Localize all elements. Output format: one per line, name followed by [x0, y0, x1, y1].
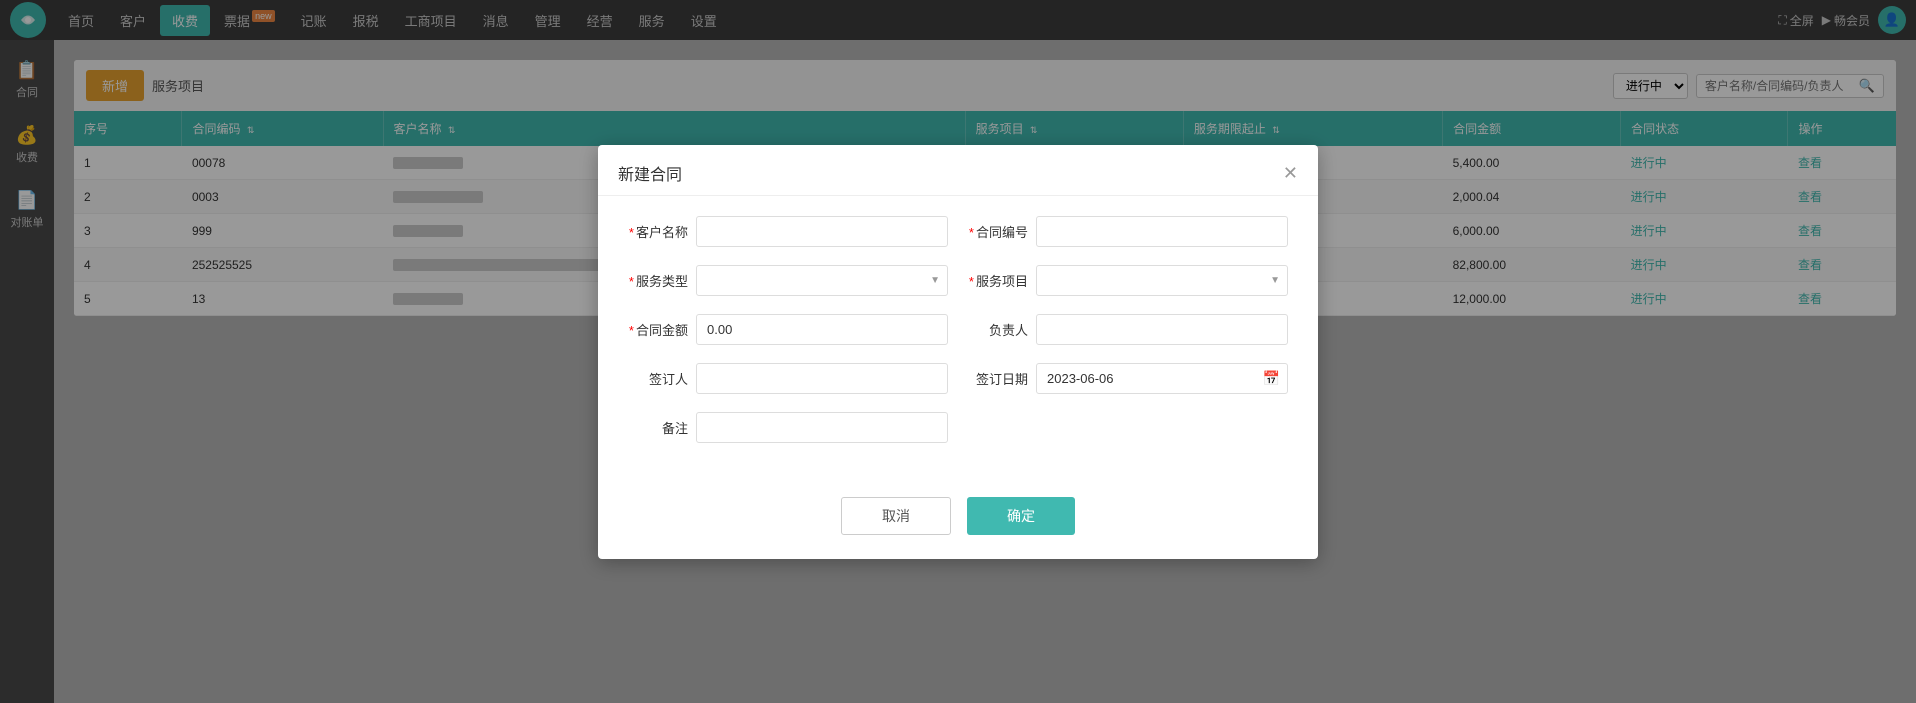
new-contract-dialog: 新建合同 ✕ *客户名称 *合同编号 [598, 145, 1318, 559]
dialog-footer: 取消 确定 [598, 481, 1318, 559]
form-group-customer: *客户名称 [628, 216, 948, 247]
dialog-header: 新建合同 ✕ [598, 145, 1318, 196]
form-row-2: *服务类型 ▼ *服务项目 [628, 265, 1288, 296]
required-star-2: * [969, 225, 974, 240]
responsible-label: 负责人 [968, 320, 1028, 339]
form-row-3: *合同金额 负责人 [628, 314, 1288, 345]
dialog-title: 新建合同 [618, 161, 682, 185]
amount-label: *合同金额 [628, 320, 688, 339]
form-row-1: *客户名称 *合同编号 [628, 216, 1288, 247]
form-row-5: 备注 [628, 412, 1288, 443]
form-group-amount: *合同金额 [628, 314, 948, 345]
form-row-4: 签订人 签订日期 📅 [628, 363, 1288, 394]
customer-name-input[interactable] [696, 216, 948, 247]
dialog-overlay: 新建合同 ✕ *客户名称 *合同编号 [54, 40, 1916, 703]
signer-label: 签订人 [628, 369, 688, 388]
form-group-sign-date: 签订日期 📅 [968, 363, 1288, 394]
form-group-contract-no: *合同编号 [968, 216, 1288, 247]
form-group-signer: 签订人 [628, 363, 948, 394]
customer-name-label: *客户名称 [628, 222, 688, 241]
required-star: * [629, 225, 634, 240]
cancel-button[interactable]: 取消 [841, 497, 951, 535]
form-group-responsible: 负责人 [968, 314, 1288, 345]
confirm-button[interactable]: 确定 [967, 497, 1075, 535]
contract-no-label: *合同编号 [968, 222, 1028, 241]
service-item-label: *服务项目 [968, 271, 1028, 290]
content-area: 新增 服务项目 进行中 已完成 已终止 🔍 序号 [54, 40, 1916, 703]
dialog-body: *客户名称 *合同编号 [598, 196, 1318, 481]
calendar-icon[interactable]: 📅 [1263, 370, 1280, 387]
responsible-input[interactable] [1036, 314, 1288, 345]
service-item-select-wrapper: ▼ [1036, 265, 1288, 296]
service-type-select[interactable] [696, 265, 948, 296]
notes-label: 备注 [628, 418, 688, 437]
form-group-service-item: *服务项目 ▼ [968, 265, 1288, 296]
signer-input[interactable] [696, 363, 948, 394]
service-type-label: *服务类型 [628, 271, 688, 290]
form-group-service-type: *服务类型 ▼ [628, 265, 948, 296]
dialog-close-button[interactable]: ✕ [1283, 164, 1298, 182]
service-item-select[interactable] [1036, 265, 1288, 296]
sign-date-input[interactable] [1036, 363, 1288, 394]
sign-date-wrapper: 📅 [1036, 363, 1288, 394]
service-type-select-wrapper: ▼ [696, 265, 948, 296]
amount-input[interactable] [696, 314, 948, 345]
main-layout: 📋 合同 💰 收费 📄 对账单 新增 服务项目 进行中 已完成 已终止 [0, 40, 1916, 703]
contract-no-input[interactable] [1036, 216, 1288, 247]
sign-date-label: 签订日期 [968, 369, 1028, 388]
form-group-notes: 备注 [628, 412, 948, 443]
notes-input[interactable] [696, 412, 948, 443]
